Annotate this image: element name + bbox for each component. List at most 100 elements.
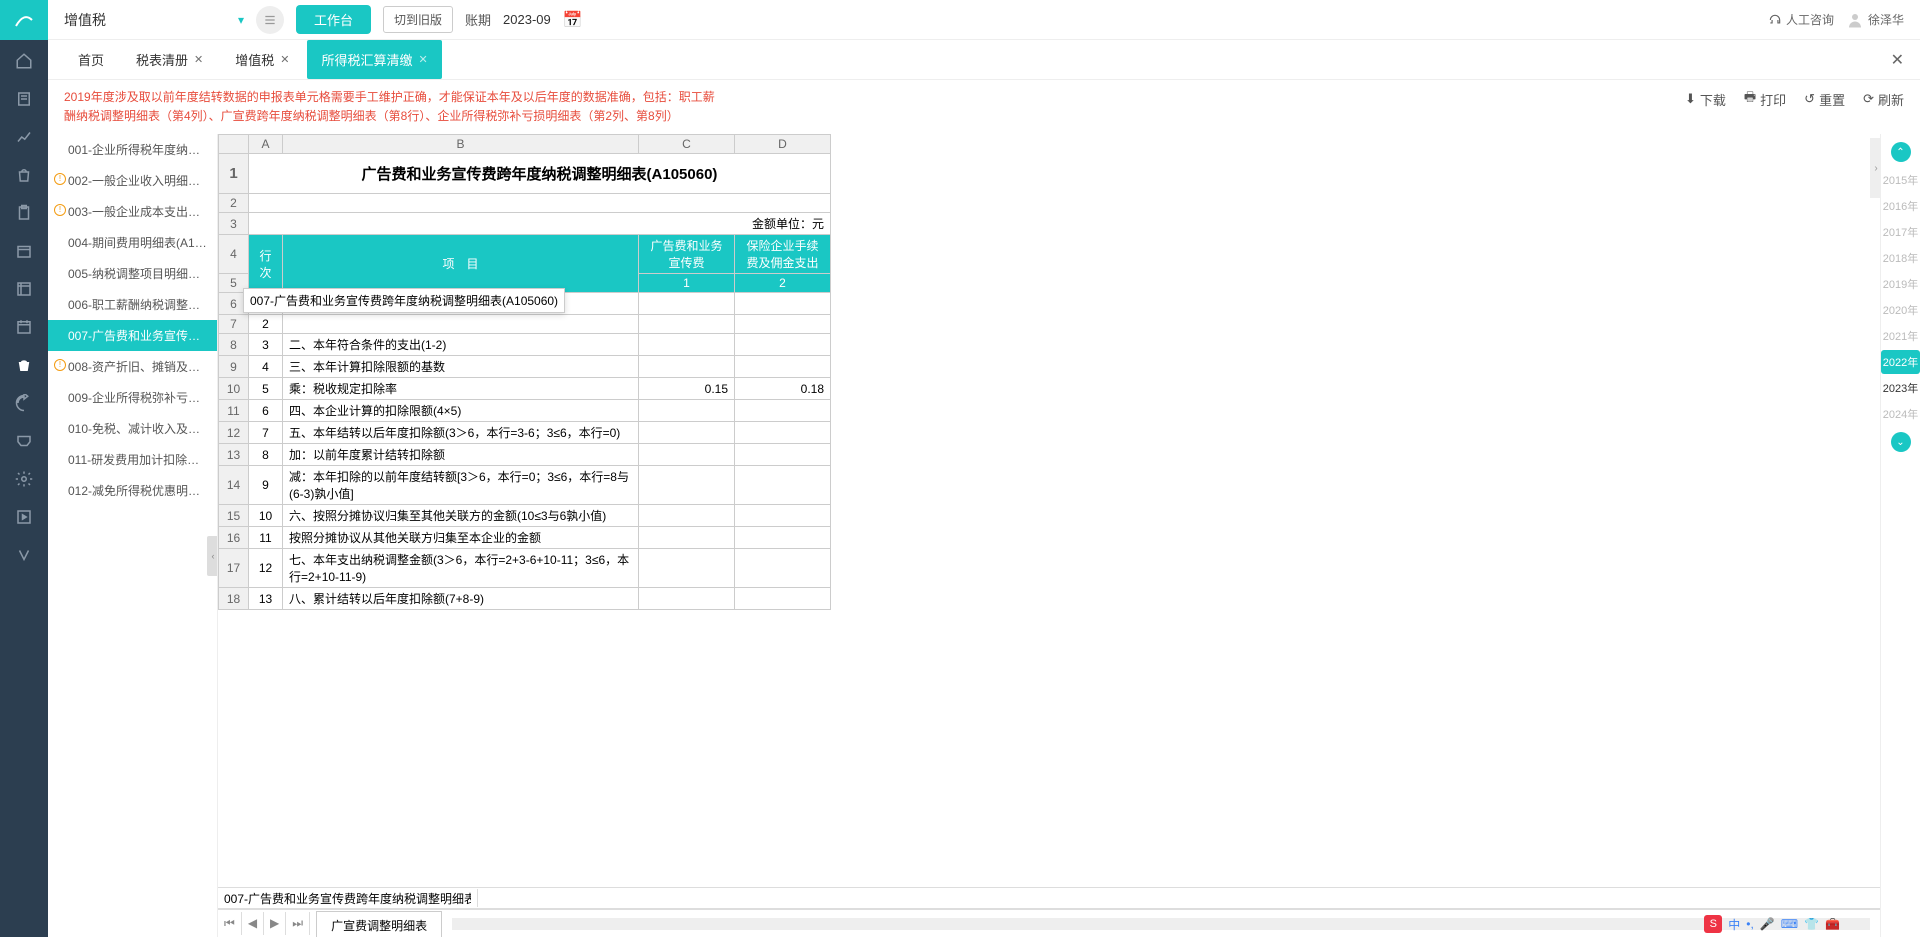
cell-c[interactable]	[639, 527, 735, 549]
cell-d[interactable]	[735, 505, 831, 527]
year-2022年[interactable]: 2022年	[1881, 350, 1920, 374]
form-item[interactable]: 006-职工薪酬纳税调整明细...	[48, 289, 217, 320]
tab-所得税汇算清缴[interactable]: 所得税汇算清缴✕	[307, 40, 441, 79]
company-dropdown[interactable]: 增值税 ▾	[64, 10, 244, 30]
year-2019年[interactable]: 2019年	[1881, 272, 1920, 296]
cell-d[interactable]	[735, 422, 831, 444]
cell-c[interactable]	[639, 400, 735, 422]
form-item[interactable]: 001-企业所得税年度纳税申...	[48, 134, 217, 165]
form-item[interactable]: 002-一般企业收入明细表(A...	[48, 165, 217, 196]
year-2018年[interactable]: 2018年	[1881, 246, 1920, 270]
ime-punct-icon[interactable]: •,	[1746, 917, 1754, 931]
cell-c[interactable]	[639, 505, 735, 527]
v-icon[interactable]	[15, 546, 33, 564]
ime-skin-icon[interactable]: 👕	[1804, 917, 1819, 931]
col-header-b[interactable]: B	[283, 135, 639, 154]
tab-税表清册[interactable]: 税表清册✕	[122, 40, 217, 79]
switch-old-button[interactable]: 切到旧版	[383, 6, 453, 33]
ime-mic-icon[interactable]: 🎤	[1760, 917, 1775, 931]
year-2015年[interactable]: 2015年	[1881, 168, 1920, 192]
cell-c[interactable]	[639, 422, 735, 444]
chart-icon[interactable]	[15, 128, 33, 146]
sheet-grid[interactable]: A B C D 1广告费和业务宣传费跨年度纳税调整明细表(A105060) 2 …	[218, 134, 1880, 887]
year-2016年[interactable]: 2016年	[1881, 194, 1920, 218]
cell-d[interactable]	[735, 315, 831, 334]
col-header-d[interactable]: D	[735, 135, 831, 154]
refresh-button[interactable]: ⟳刷新	[1863, 88, 1904, 110]
close-icon[interactable]: ✕	[419, 53, 428, 66]
cell-d[interactable]	[735, 400, 831, 422]
cell-c[interactable]	[639, 293, 735, 315]
year-2017年[interactable]: 2017年	[1881, 220, 1920, 244]
cell-d[interactable]	[735, 293, 831, 315]
form-item[interactable]: 012-减免所得税优惠明细表(...	[48, 475, 217, 506]
ime-lang[interactable]: 中	[1728, 916, 1740, 933]
user-menu[interactable]: 徐泽华	[1846, 11, 1904, 29]
cell-d[interactable]	[735, 356, 831, 378]
box-icon[interactable]	[15, 242, 33, 260]
cell-d[interactable]	[735, 444, 831, 466]
bag-icon[interactable]	[15, 166, 33, 184]
consult-button[interactable]: 人工咨询	[1768, 11, 1834, 28]
tab-增值税[interactable]: 增值税✕	[221, 40, 303, 79]
corner-cell[interactable]	[219, 135, 249, 154]
cell-c[interactable]	[639, 356, 735, 378]
cell-c[interactable]	[639, 466, 735, 505]
form-item[interactable]: 010-免税、减计收入及加计...	[48, 413, 217, 444]
tab-首页[interactable]: 首页	[64, 40, 118, 79]
close-icon[interactable]: ✕	[194, 53, 203, 66]
cell-d[interactable]	[735, 334, 831, 356]
cell-c[interactable]	[639, 444, 735, 466]
calendar-icon[interactable]	[15, 318, 33, 336]
refresh-icon[interactable]	[15, 394, 33, 412]
sheet-nav-last[interactable]: ⏭	[286, 912, 310, 935]
form-item[interactable]: 008-资产折旧、摊销及纳税...	[48, 351, 217, 382]
tax-icon[interactable]	[15, 356, 33, 374]
ime-keyboard-icon[interactable]: ⌨	[1781, 917, 1798, 931]
template-icon[interactable]	[15, 280, 33, 298]
calendar-picker-icon[interactable]: 📅	[563, 10, 583, 30]
col-header-c[interactable]: C	[639, 135, 735, 154]
sheet-nav-prev[interactable]: ◀	[242, 912, 264, 935]
expand-handle[interactable]: ›	[1870, 138, 1880, 198]
close-icon[interactable]: ✕	[280, 53, 289, 66]
workbench-button[interactable]: 工作台	[296, 5, 371, 34]
cell-d[interactable]	[735, 527, 831, 549]
download-button[interactable]: ⬇下载	[1685, 88, 1726, 110]
ime-tool-icon[interactable]: 🧰	[1825, 917, 1840, 931]
col-header-a[interactable]: A	[249, 135, 283, 154]
sheet-nav-next[interactable]: ▶	[264, 912, 286, 935]
clipboard-icon[interactable]	[15, 204, 33, 222]
cell-c[interactable]	[639, 588, 735, 610]
cell-c[interactable]	[639, 549, 735, 588]
horizontal-scrollbar[interactable]	[452, 918, 1870, 930]
home-icon[interactable]	[15, 52, 33, 70]
play-icon[interactable]	[15, 508, 33, 526]
gear-icon[interactable]	[15, 470, 33, 488]
sheet-nav-first[interactable]: ⏮	[218, 912, 242, 935]
year-2023年[interactable]: 2023年	[1881, 376, 1920, 400]
menu-button[interactable]	[256, 6, 284, 34]
form-item[interactable]: 007-广告费和业务宣传费跨...	[48, 320, 217, 351]
form-item[interactable]: 004-期间费用明细表(A1040...	[48, 227, 217, 258]
cell-c[interactable]	[639, 334, 735, 356]
cell-d[interactable]	[735, 588, 831, 610]
close-all-tabs-icon[interactable]: ✕	[1891, 50, 1904, 70]
formula-input[interactable]	[218, 889, 478, 907]
year-2020年[interactable]: 2020年	[1881, 298, 1920, 322]
form-item[interactable]: 009-企业所得税弥补亏损明...	[48, 382, 217, 413]
print-button[interactable]: 🖶打印	[1744, 88, 1786, 110]
year-2024年[interactable]: 2024年	[1881, 402, 1920, 426]
form-item[interactable]: 005-纳税调整项目明细表(A1...	[48, 258, 217, 289]
year-2021年[interactable]: 2021年	[1881, 324, 1920, 348]
reset-button[interactable]: ↺重置	[1804, 88, 1845, 110]
cell-d[interactable]	[735, 549, 831, 588]
ime-brand-icon[interactable]: S	[1704, 915, 1722, 933]
form-item[interactable]: 003-一般企业成本支出明细...	[48, 196, 217, 227]
doc-icon[interactable]	[15, 90, 33, 108]
cell-d[interactable]: 0.18	[735, 378, 831, 400]
year-scroll-up[interactable]: ⌃	[1891, 142, 1911, 162]
inbox-icon[interactable]	[15, 432, 33, 450]
cell-c[interactable]	[639, 315, 735, 334]
cell-c[interactable]: 0.15	[639, 378, 735, 400]
